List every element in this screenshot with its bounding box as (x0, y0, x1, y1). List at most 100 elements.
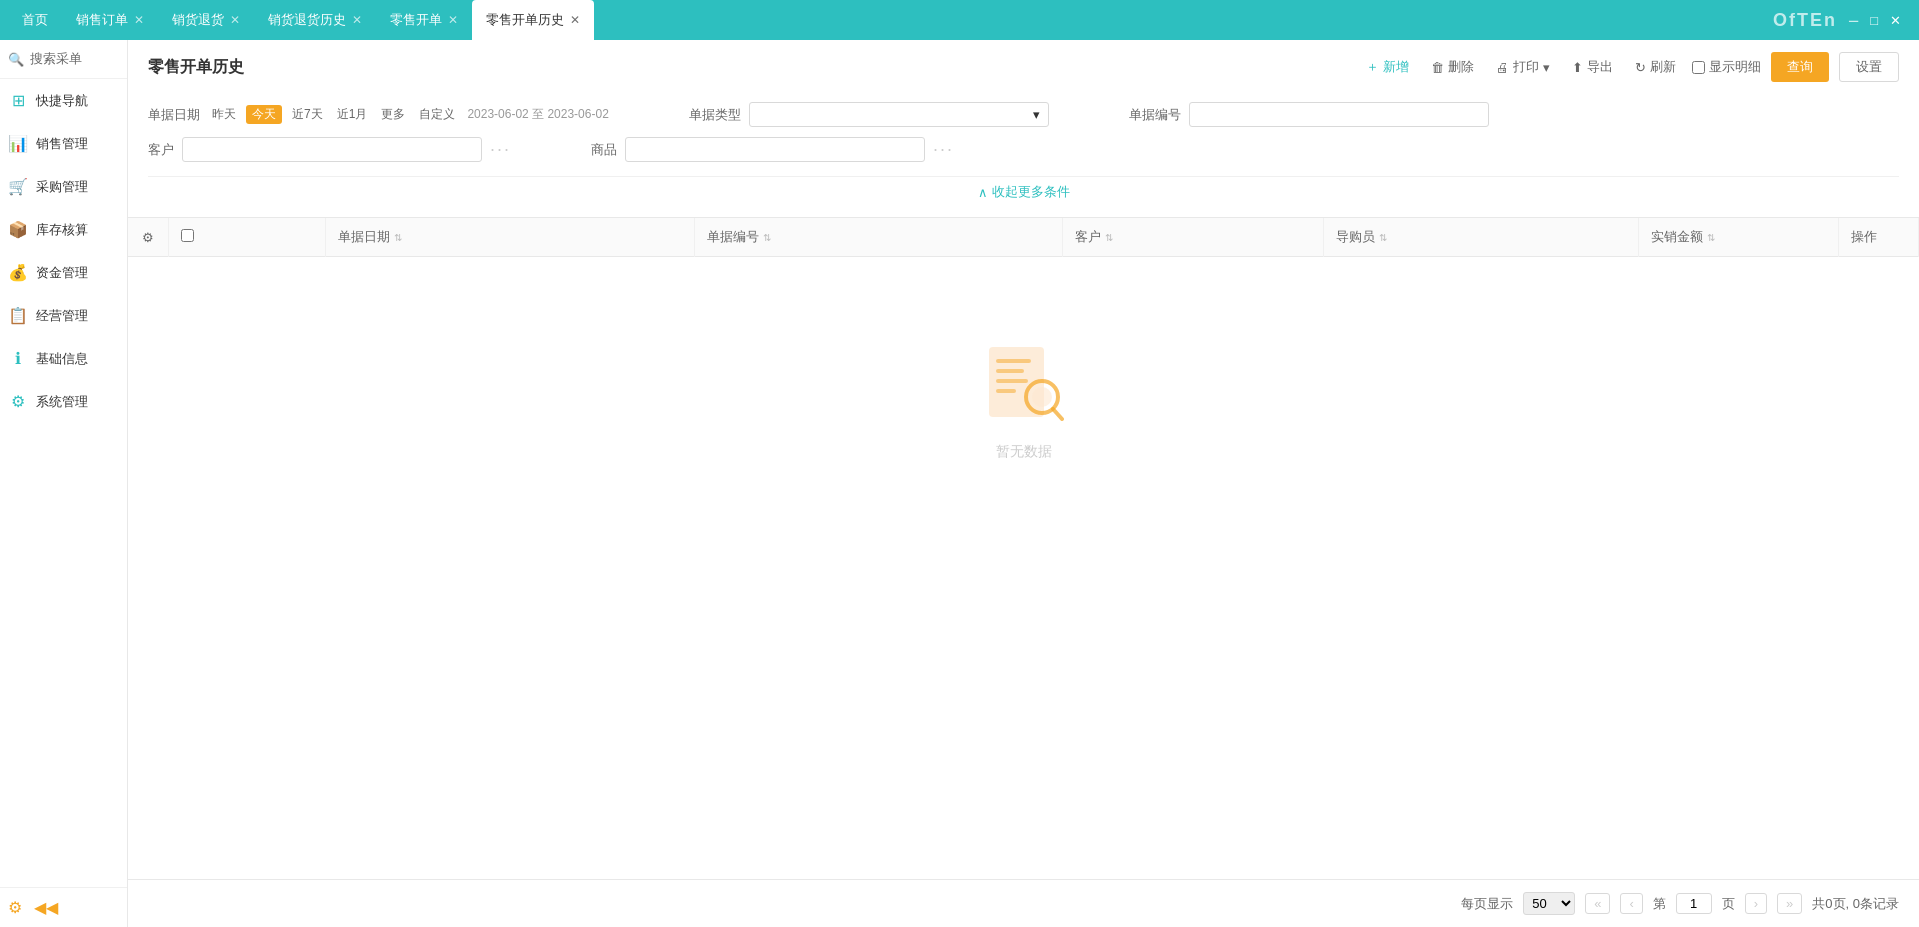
content-area: 零售开单历史 ＋ 新增 🗑 删除 🖨 打印 ▾ (128, 40, 1919, 927)
sidebar-item-label: 系统管理 (36, 393, 88, 411)
date-custom[interactable]: 自定义 (415, 105, 459, 124)
refresh-button[interactable]: ↻ 刷新 (1629, 54, 1682, 80)
collapse-row: ∧ 收起更多条件 (148, 176, 1899, 207)
product-filter-label: 商品 (591, 141, 617, 159)
delete-button[interactable]: 🗑 删除 (1425, 54, 1480, 80)
add-button[interactable]: ＋ 新增 (1360, 54, 1415, 80)
tab-sales-return-history[interactable]: 销货退货历史 ✕ (254, 0, 376, 40)
tab-sales-return[interactable]: 销货退货 ✕ (158, 0, 254, 40)
query-button[interactable]: 查询 (1771, 52, 1829, 82)
sidebar-item-label: 库存核算 (36, 221, 88, 239)
close-sales-return-icon[interactable]: ✕ (230, 13, 240, 27)
table-check-col (168, 218, 325, 257)
date-yesterday[interactable]: 昨天 (208, 105, 240, 124)
sidebar-item-purchase[interactable]: 🛒 采购管理 (0, 165, 127, 208)
window-close-icon[interactable]: ✕ (1890, 13, 1901, 28)
page-header: 零售开单历史 ＋ 新增 🗑 删除 🖨 打印 ▾ (128, 40, 1919, 218)
filter-number: 单据编号 (1129, 102, 1489, 127)
number-sort-icon: ⇅ (763, 232, 771, 243)
page-label: 页 (1722, 895, 1735, 913)
finance-icon: 💰 (8, 263, 28, 282)
table-number-col: 单据编号 ⇅ (694, 218, 1063, 257)
sidebar-item-navigation[interactable]: ⊞ 快捷导航 (0, 79, 127, 122)
show-detail-input[interactable] (1692, 61, 1705, 74)
close-retail-history-icon[interactable]: ✕ (570, 13, 580, 27)
export-button[interactable]: ⬆ 导出 (1566, 54, 1619, 80)
settings-bottom-icon[interactable]: ⚙ (8, 898, 22, 917)
collapse-sidebar-icon[interactable]: ◀◀ (34, 898, 58, 917)
sidebar-item-basic-info[interactable]: ℹ 基础信息 (0, 337, 127, 380)
settings-button[interactable]: 设置 (1839, 52, 1899, 82)
tab-home[interactable]: + 新增 首页 (8, 0, 62, 40)
tab-retail-history[interactable]: 零售开单历史 ✕ (472, 0, 594, 40)
product-filter-input[interactable] (625, 137, 925, 162)
svg-rect-3 (996, 379, 1028, 383)
last-page-button[interactable]: » (1777, 893, 1802, 914)
print-button[interactable]: 🖨 打印 ▾ (1490, 54, 1556, 80)
date-today[interactable]: 今天 (246, 105, 282, 124)
type-select[interactable]: ▾ (749, 102, 1049, 127)
sidebar-item-label: 经营管理 (36, 307, 88, 325)
date-sort-header[interactable]: 单据日期 ⇅ (338, 228, 682, 246)
amount-sort-header[interactable]: 实销金额 ⇅ (1651, 228, 1826, 246)
table-header: ⚙ 单据日期 ⇅ 单据编号 (128, 218, 1919, 257)
number-sort-header[interactable]: 单据编号 ⇅ (707, 228, 1051, 246)
select-all-checkbox[interactable] (181, 229, 194, 242)
table-area: ⚙ 单据日期 ⇅ 单据编号 (128, 218, 1919, 879)
close-sales-order-icon[interactable]: ✕ (134, 13, 144, 27)
customer-select-icon[interactable]: ··· (490, 139, 511, 160)
delete-icon: 🗑 (1431, 60, 1444, 75)
empty-icon (974, 337, 1074, 427)
close-return-history-icon[interactable]: ✕ (352, 13, 362, 27)
tab-retail-order[interactable]: 零售开单 ✕ (376, 0, 472, 40)
sidebar-item-operations[interactable]: 📋 经营管理 (0, 294, 127, 337)
svg-point-6 (1032, 387, 1052, 407)
product-select-icon[interactable]: ··· (933, 139, 954, 160)
sidebar-item-sales[interactable]: 📊 销售管理 (0, 122, 127, 165)
type-dropdown-icon: ▾ (1033, 107, 1040, 122)
filter-type: 单据类型 ▾ (689, 102, 1049, 127)
table-date-col: 单据日期 ⇅ (325, 218, 694, 257)
next-page-button[interactable]: › (1745, 893, 1767, 914)
table-amount-col: 实销金额 ⇅ (1639, 218, 1839, 257)
total-label: 共0页, 0条记录 (1812, 895, 1899, 913)
prev-page-button[interactable]: ‹ (1620, 893, 1642, 914)
sidebar-item-label: 快捷导航 (36, 92, 88, 110)
per-page-label: 每页显示 (1461, 895, 1513, 913)
sidebar-item-label: 基础信息 (36, 350, 88, 368)
sidebar-item-system[interactable]: ⚙ 系统管理 (0, 380, 127, 423)
show-detail-checkbox[interactable]: 显示明细 (1692, 58, 1761, 76)
window-minimize-icon[interactable]: ─ (1849, 13, 1858, 28)
filter-area: 单据日期 昨天 今天 近7天 近1月 更多 自定义 2023-06-02 至 2… (148, 92, 1899, 217)
date-sort-icon: ⇅ (394, 232, 402, 243)
current-page-input[interactable] (1676, 893, 1712, 914)
sidebar-item-inventory[interactable]: 📦 库存核算 (0, 208, 127, 251)
sidebar-item-label: 销售管理 (36, 135, 88, 153)
filter-row-1: 单据日期 昨天 今天 近7天 近1月 更多 自定义 2023-06-02 至 2… (148, 102, 1899, 127)
customer-sort-header[interactable]: 客户 ⇅ (1075, 228, 1311, 246)
per-page-select[interactable]: 50 10 20 100 (1523, 892, 1575, 915)
navigation-icon: ⊞ (8, 91, 28, 110)
close-retail-order-icon[interactable]: ✕ (448, 13, 458, 27)
window-maximize-icon[interactable]: □ (1870, 13, 1878, 28)
tab-sales-order[interactable]: 销售订单 ✕ (62, 0, 158, 40)
date-7days[interactable]: 近7天 (288, 105, 327, 124)
date-more[interactable]: 更多 (377, 105, 409, 124)
table-settings-col[interactable]: ⚙ (128, 218, 168, 257)
toolbar: ＋ 新增 🗑 删除 🖨 打印 ▾ ⬆ 导出 (1360, 52, 1899, 82)
first-page-button[interactable]: « (1585, 893, 1610, 914)
date-1month[interactable]: 近1月 (333, 105, 372, 124)
empty-state: 暂无数据 (128, 257, 1919, 541)
table-action-col: 操作 (1839, 218, 1919, 257)
customer-filter-input[interactable] (182, 137, 482, 162)
sidebar-item-finance[interactable]: 💰 资金管理 (0, 251, 127, 294)
page-word: 第 (1653, 895, 1666, 913)
guide-sort-header[interactable]: 导购员 ⇅ (1336, 228, 1626, 246)
filter-date: 单据日期 昨天 今天 近7天 近1月 更多 自定义 2023-06-02 至 2… (148, 105, 609, 124)
collapse-button[interactable]: ∧ 收起更多条件 (978, 183, 1070, 201)
number-filter-input[interactable] (1189, 102, 1489, 127)
filter-product: 商品 ··· (591, 137, 954, 162)
print-icon: 🖨 (1496, 60, 1509, 75)
sidebar-search[interactable]: 🔍 搜索采单 (0, 40, 127, 79)
customer-sort-icon: ⇅ (1105, 232, 1113, 243)
